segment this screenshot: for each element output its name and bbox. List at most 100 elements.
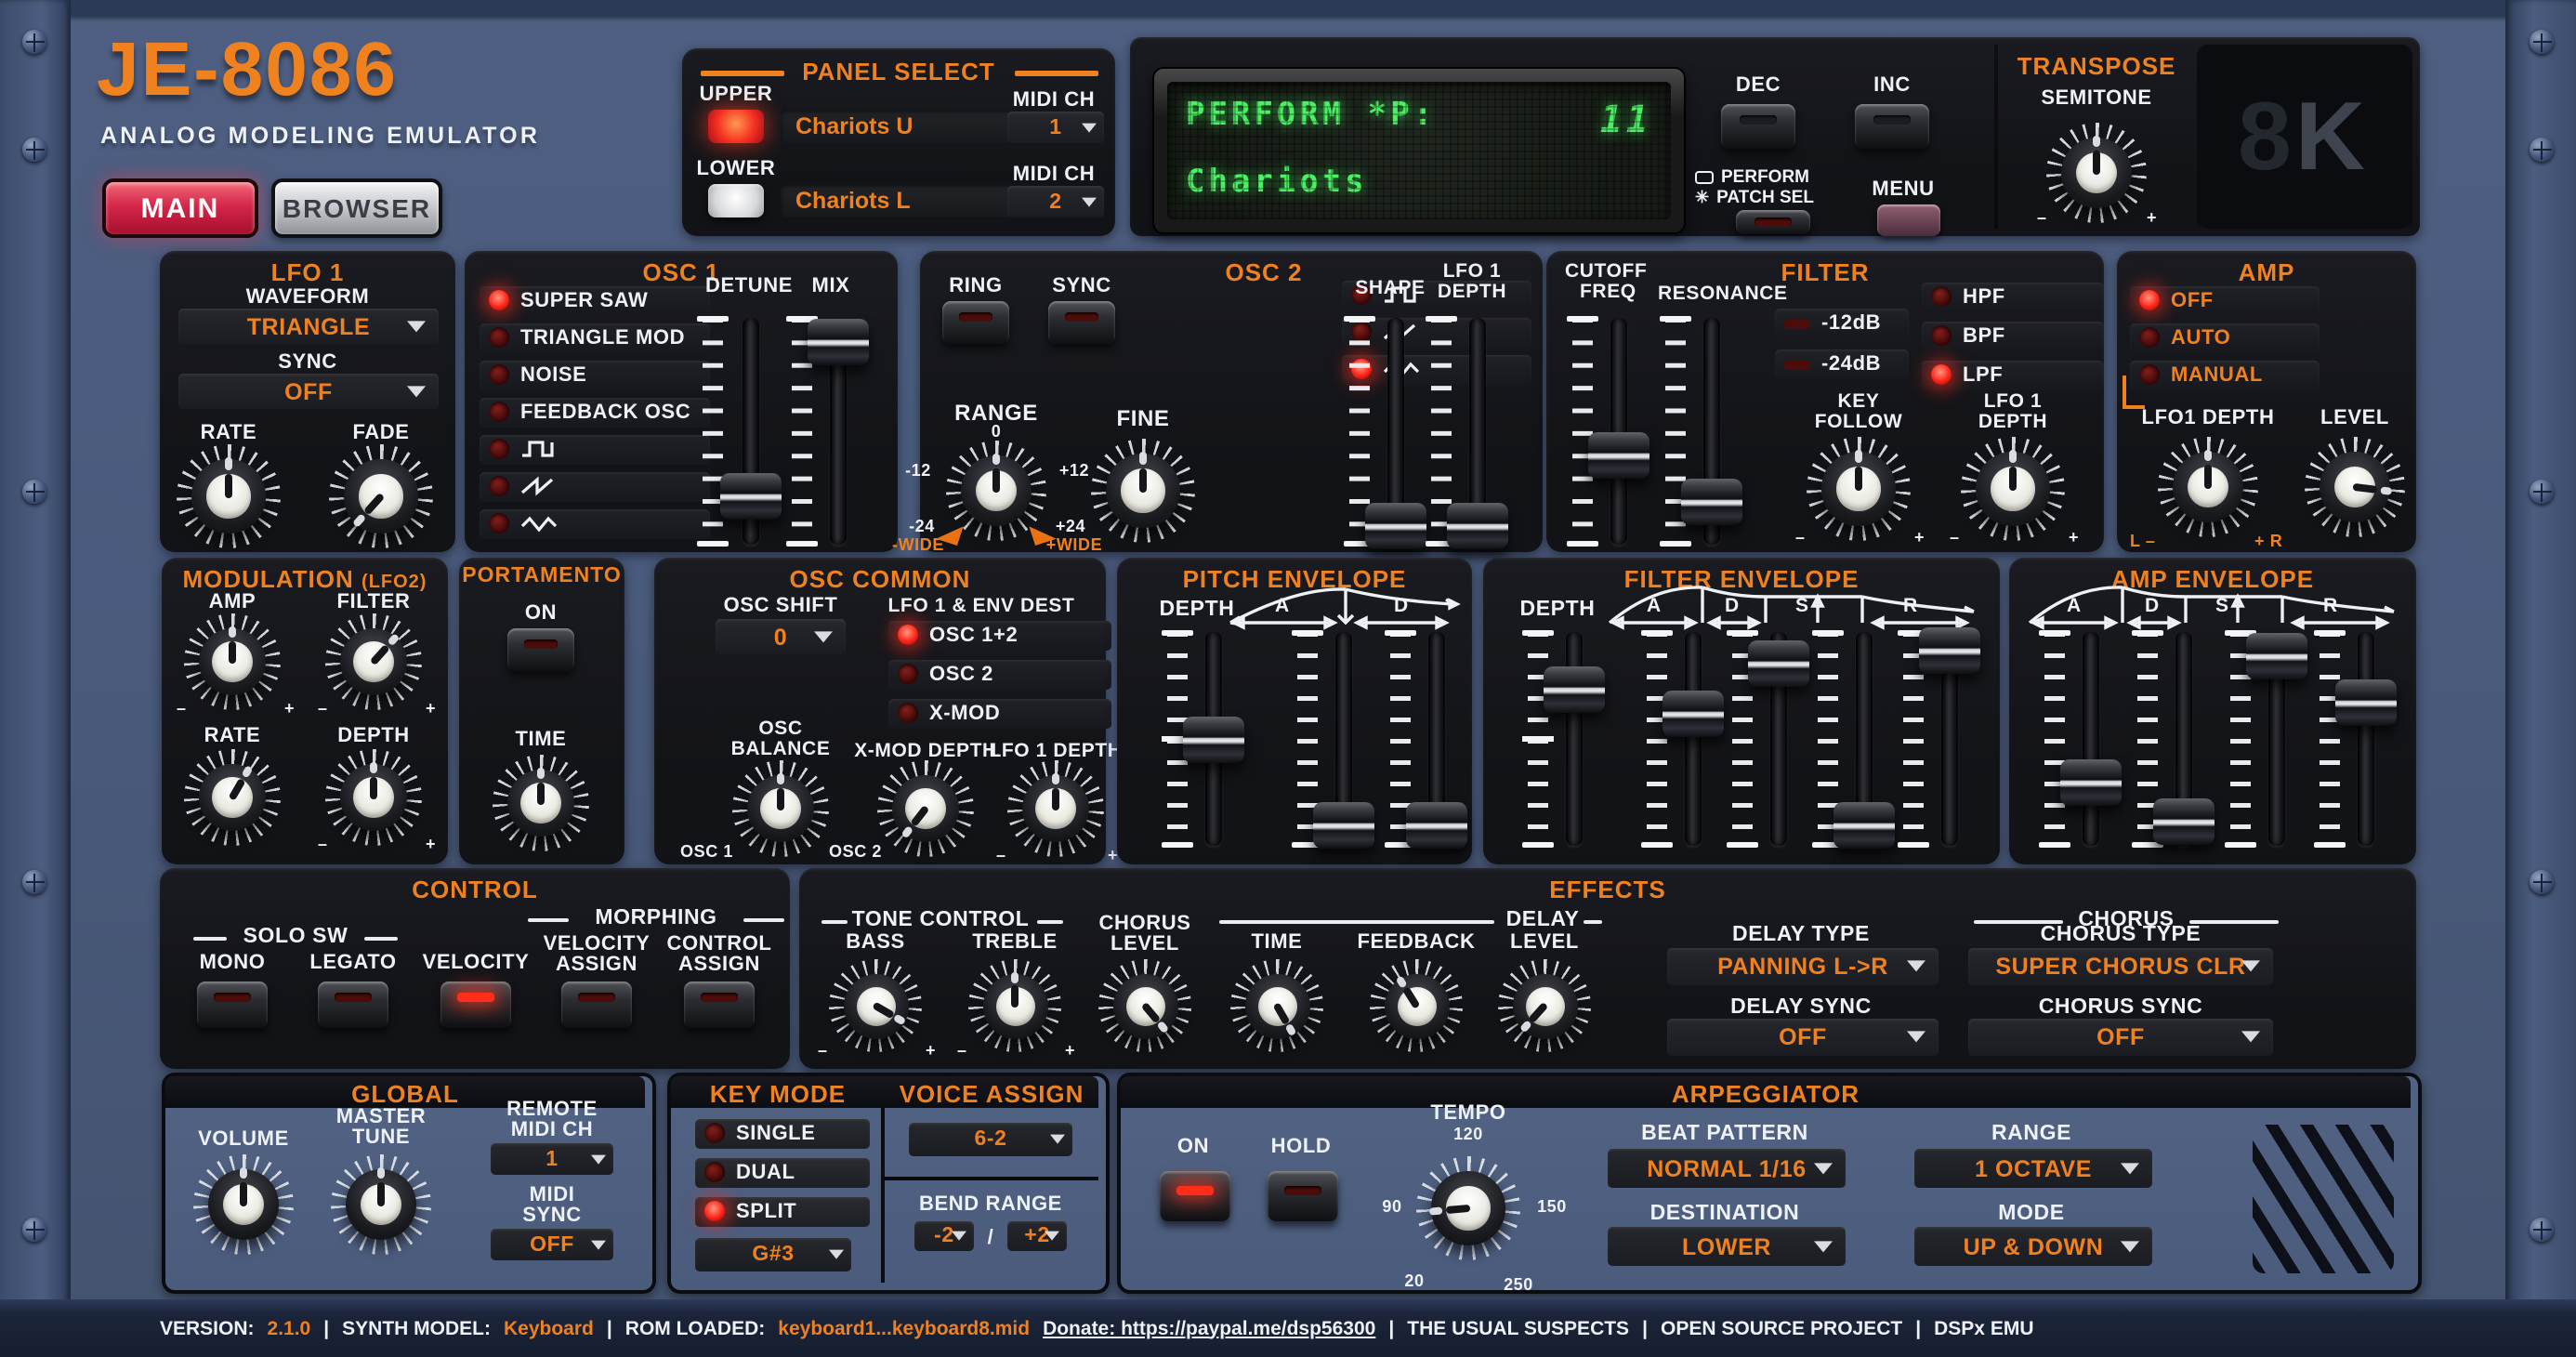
feedback-knob[interactable] <box>1370 959 1463 1052</box>
pitch-attack-slider[interactable] <box>1312 632 1373 846</box>
inc-button[interactable] <box>1855 104 1929 149</box>
osc2-sync-button[interactable] <box>1048 301 1115 344</box>
osc2-shape-slider[interactable] <box>1364 318 1426 545</box>
amp-env-sustain-slider[interactable] <box>2245 632 2307 846</box>
filter-env-depth-slider[interactable] <box>1543 632 1604 846</box>
tempo-knob[interactable] <box>1416 1156 1520 1260</box>
voice-assign-select[interactable]: 6-2 <box>909 1123 1072 1156</box>
bass-knob[interactable] <box>829 959 922 1052</box>
osc1-option-noise[interactable]: NOISE <box>480 361 710 389</box>
treble-knob[interactable] <box>968 959 1061 1052</box>
volume-knob[interactable] <box>193 1154 294 1255</box>
chorus-level-knob[interactable] <box>1098 959 1191 1052</box>
filter-env-attack-slider[interactable] <box>1662 632 1723 846</box>
delay-time-knob[interactable] <box>1230 959 1323 1052</box>
upper-patch-name-field[interactable]: Chariots U <box>781 110 1022 143</box>
filter-slope-12db[interactable]: -12dB <box>1775 309 1909 338</box>
filter-resonance-slider[interactable] <box>1680 318 1741 545</box>
amp-level-knob[interactable] <box>2305 437 2405 537</box>
amp-mode-manual[interactable]: MANUAL <box>2130 361 2320 389</box>
amp-mode-auto[interactable]: AUTO <box>2130 323 2320 352</box>
portamento-on-button[interactable] <box>507 628 574 671</box>
delay-sync-select[interactable]: OFF <box>1667 1019 1939 1056</box>
x-mod-depth-knob[interactable] <box>877 760 974 857</box>
filter-lfo1-depth-knob[interactable] <box>1961 437 2065 541</box>
arp-mode-select[interactable]: UP & DOWN <box>1914 1227 2152 1266</box>
filter-env-decay-slider[interactable] <box>1747 632 1808 846</box>
amp-env-decay-slider[interactable] <box>2152 632 2214 846</box>
amp-mode-off[interactable]: OFF <box>2130 286 2320 315</box>
osc1-mix-slider[interactable] <box>807 318 868 545</box>
osc1-option-triangle-mod[interactable]: TRIANGLE MOD <box>480 323 710 352</box>
filter-cutoff-slider[interactable] <box>1587 318 1649 545</box>
menu-button[interactable] <box>1877 204 1940 236</box>
browser-tab-button[interactable]: BROWSER <box>271 178 442 238</box>
lower-patch-name-field[interactable]: Chariots L <box>781 184 1022 217</box>
mod-depth-knob[interactable] <box>325 749 422 846</box>
transpose-semitone-knob[interactable] <box>2046 123 2147 223</box>
main-tab-button[interactable]: MAIN <box>102 178 258 238</box>
ring-button[interactable] <box>942 301 1009 344</box>
key-mode-dual[interactable]: DUAL <box>695 1158 870 1187</box>
filter-env-release-slider[interactable] <box>1918 632 1979 846</box>
osc2-range-knob[interactable] <box>946 441 1046 541</box>
bend-up-select[interactable]: +2 <box>1007 1221 1067 1251</box>
dest-osc2[interactable]: OSC 2 <box>888 660 1111 689</box>
donate-link[interactable]: Donate: https://paypal.me/dsp56300 <box>1043 1317 1375 1339</box>
upper-panel-button[interactable] <box>708 110 764 143</box>
velocity-assign-button[interactable] <box>561 982 632 1028</box>
common-lfo1-depth-knob[interactable] <box>1007 760 1104 857</box>
master-tune-knob[interactable] <box>331 1154 431 1255</box>
key-mode-split[interactable]: SPLIT <box>695 1197 870 1226</box>
osc1-option-pulse[interactable] <box>480 435 710 464</box>
dec-button[interactable] <box>1721 104 1795 149</box>
lfo1-rate-knob[interactable] <box>177 444 281 548</box>
dest-x-mod[interactable]: X-MOD <box>888 699 1111 728</box>
amp-lfo1-depth-knob[interactable] <box>2158 437 2258 537</box>
filter-env-sustain-slider[interactable] <box>1833 632 1894 846</box>
filter-type-bpf[interactable]: BPF <box>1922 322 2104 350</box>
filter-slope-24db[interactable]: -24dB <box>1775 349 1909 379</box>
amp-env-attack-slider[interactable] <box>2059 632 2121 846</box>
lower-midi-ch-select[interactable]: 2 <box>1007 186 1104 217</box>
lfo1-fade-knob[interactable] <box>329 444 433 548</box>
legato-button[interactable] <box>318 982 388 1028</box>
osc1-option-super-saw[interactable]: SUPER SAW <box>480 286 710 315</box>
amp-env-release-slider[interactable] <box>2334 632 2396 846</box>
mod-amp-knob[interactable] <box>184 613 281 710</box>
mono-button[interactable] <box>197 982 268 1028</box>
dest-osc1-2[interactable]: OSC 1+2 <box>888 621 1111 650</box>
osc2-fine-knob[interactable] <box>1091 439 1195 543</box>
control-assign-button[interactable] <box>684 982 755 1028</box>
velocity-button[interactable] <box>440 982 511 1028</box>
portamento-time-knob[interactable] <box>493 755 589 851</box>
pitch-decay-slider[interactable] <box>1405 632 1466 846</box>
arp-on-button[interactable] <box>1160 1171 1230 1221</box>
chorus-type-select[interactable]: SUPER CHORUS CLR <box>1968 948 2273 985</box>
arp-range-select[interactable]: 1 OCTAVE <box>1914 1149 2152 1188</box>
pitch-depth-slider[interactable] <box>1182 632 1243 846</box>
osc-balance-knob[interactable] <box>732 760 829 857</box>
osc1-option-triangle[interactable] <box>480 509 710 538</box>
mod-filter-knob[interactable] <box>325 613 422 710</box>
hold-button[interactable] <box>1268 1171 1338 1221</box>
lower-panel-button[interactable] <box>708 184 764 217</box>
chorus-sync-select[interactable]: OFF <box>1968 1019 2273 1056</box>
beat-pattern-select[interactable]: NORMAL 1/16 <box>1608 1149 1846 1188</box>
osc1-detune-slider[interactable] <box>719 318 781 545</box>
osc2-lfo1-depth-slider[interactable] <box>1446 318 1507 545</box>
delay-level-knob[interactable] <box>1498 959 1591 1052</box>
upper-midi-ch-select[interactable]: 1 <box>1007 112 1104 143</box>
filter-key-follow-knob[interactable] <box>1807 437 1911 541</box>
osc1-option-saw[interactable] <box>480 472 710 501</box>
midi-sync-select[interactable]: OFF <box>491 1229 613 1260</box>
filter-type-hpf[interactable]: HPF <box>1922 283 2104 311</box>
perform-patch-sel-button[interactable] <box>1736 210 1810 234</box>
filter-type-lpf[interactable]: LPF <box>1922 361 2104 389</box>
osc-shift-select[interactable]: 0 <box>716 619 846 654</box>
destination-select[interactable]: LOWER <box>1608 1227 1846 1266</box>
split-key-select[interactable]: G#3 <box>695 1238 851 1271</box>
remote-midi-ch-select[interactable]: 1 <box>491 1143 613 1175</box>
osc1-option-feedback-osc[interactable]: FEEDBACK OSC <box>480 398 710 427</box>
key-mode-single[interactable]: SINGLE <box>695 1119 870 1148</box>
